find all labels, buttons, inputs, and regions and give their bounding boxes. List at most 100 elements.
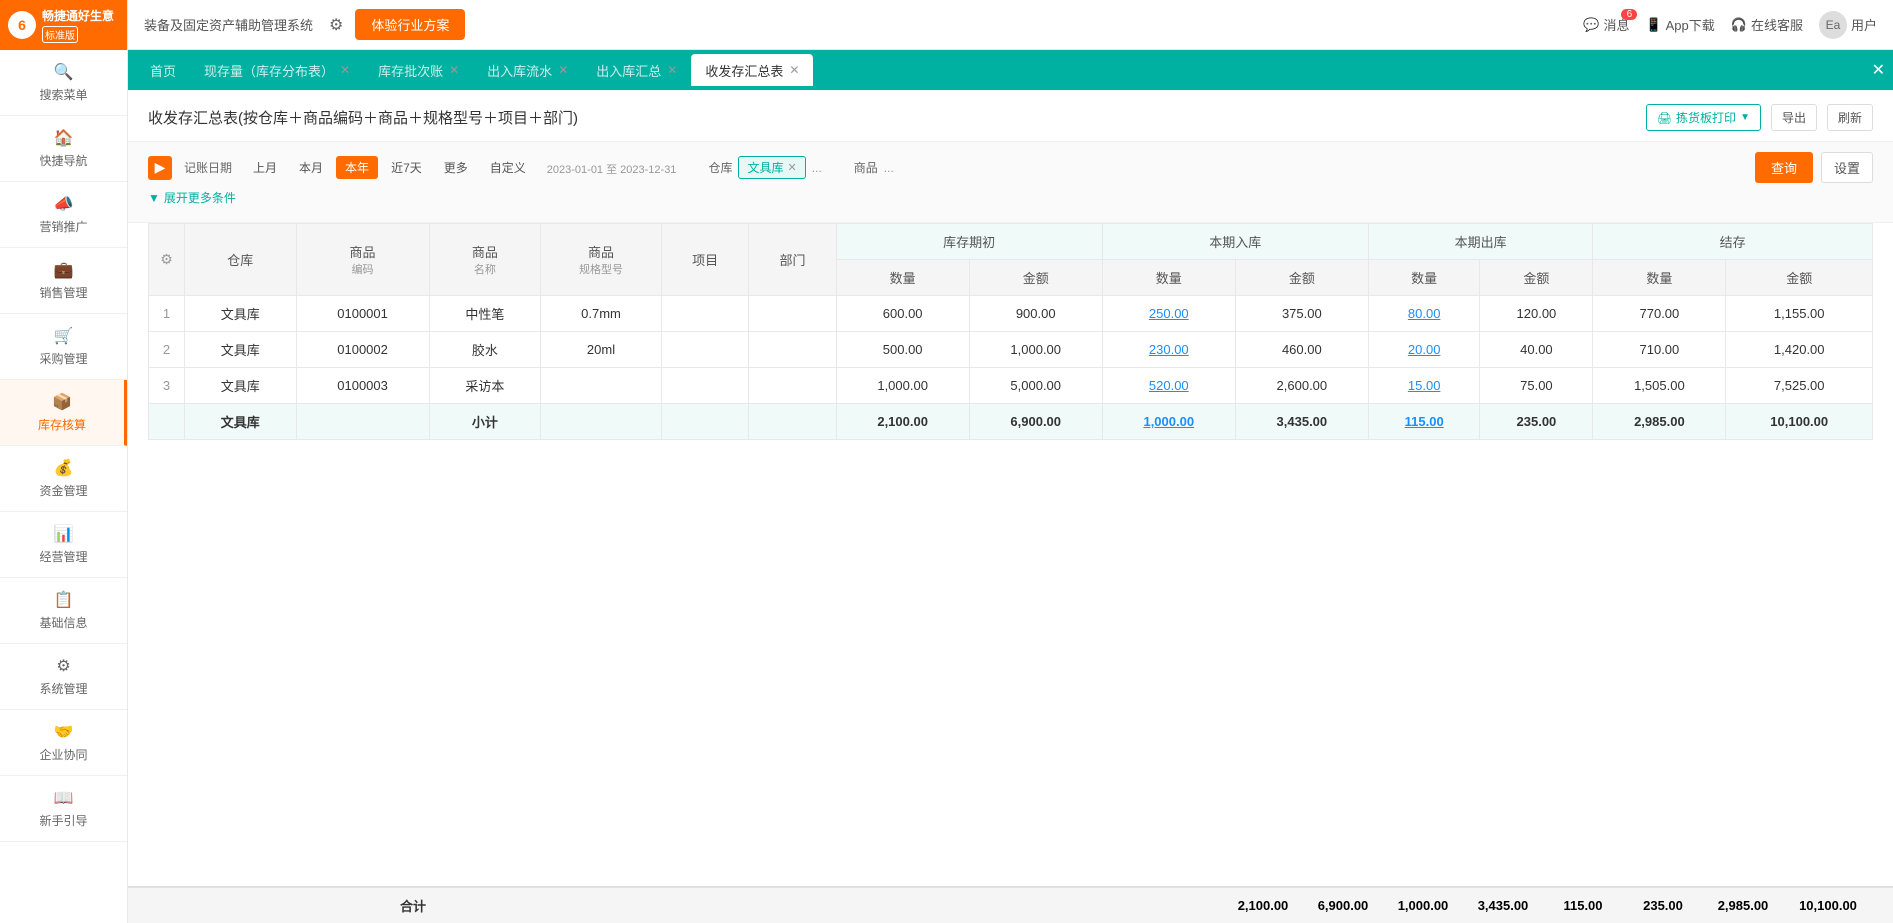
message-button[interactable]: 💬 消息 6 — [1583, 15, 1629, 34]
code-col-header: 商品编码 — [296, 224, 429, 296]
table-row: 3 文具库 0100003 采访本 1,000.00 5,000.00 520.… — [149, 368, 1873, 404]
row-in-qty[interactable]: 520.00 — [1102, 368, 1235, 404]
tab-batch[interactable]: 库存批次账✕ — [364, 54, 473, 86]
row-project — [661, 368, 748, 404]
date-option-近7天[interactable]: 近7天 — [382, 156, 431, 179]
expand-more-button[interactable]: ▼ 展开更多条件 — [148, 183, 1873, 212]
query-button[interactable]: 查询 — [1755, 152, 1813, 183]
sidebar-item-label: 快捷导航 — [39, 152, 87, 169]
row-out-qty[interactable]: 115.00 — [1368, 404, 1480, 440]
warehouse-tag-close[interactable]: ✕ — [787, 161, 796, 174]
tab-recv-send-sum[interactable]: 收发存汇总表✕ — [691, 54, 813, 86]
goods-more-button[interactable]: ... — [884, 161, 894, 175]
sidebar-item-label: 销售管理 — [39, 284, 87, 301]
date-option-自定义[interactable]: 自定义 — [481, 156, 535, 179]
online-support-button[interactable]: 🎧 在线客服 — [1731, 15, 1803, 34]
balance-qty-header: 数量 — [1593, 260, 1726, 296]
tab-stock-dist[interactable]: 现存量（库存分布表）✕ — [190, 54, 364, 86]
balance-amt-header: 金额 — [1726, 260, 1873, 296]
sidebar-item-sales[interactable]: 💼 销售管理 — [0, 248, 127, 314]
message-icon: 💬 — [1583, 17, 1599, 33]
setting-button[interactable]: 设置 — [1821, 152, 1873, 183]
page-actions: 🖨 拣货板打印 ▼ 导出 刷新 — [1646, 104, 1873, 131]
footer-in-qty: 1,000.00 — [1383, 898, 1463, 913]
row-out-qty[interactable]: 15.00 — [1368, 368, 1480, 404]
refresh-button[interactable]: 刷新 — [1827, 104, 1873, 131]
filter-toggle-button[interactable]: ▶ — [148, 156, 172, 180]
sidebar-item-operations[interactable]: 📊 经营管理 — [0, 512, 127, 578]
settings-icon[interactable]: ⚙ — [329, 15, 343, 35]
trial-button[interactable]: 体验行业方案 — [355, 9, 465, 40]
main-area: 装备及固定资产辅助管理系统 ⚙ 体验行业方案 💬 消息 6 📱 App下载 🎧 … — [128, 0, 1893, 923]
sidebar-item-label: 新手引导 — [39, 812, 87, 829]
print-button[interactable]: 🖨 拣货板打印 ▼ — [1646, 104, 1761, 131]
table-gear-icon[interactable]: ⚙ — [160, 251, 173, 267]
app-download-button[interactable]: 📱 App下载 — [1645, 15, 1714, 34]
tabbar: 首页现存量（库存分布表）✕库存批次账✕出入库流水✕出入库汇总✕收发存汇总表✕✕ — [128, 50, 1893, 90]
sidebar-item-guide[interactable]: 📖 新手引导 — [0, 776, 127, 842]
date-option-本年[interactable]: 本年 — [336, 156, 378, 179]
sidebar-item-label: 营销推广 — [39, 218, 87, 235]
tab-inout-sum[interactable]: 出入库汇总✕ — [582, 54, 691, 86]
finance-icon: 💰 — [54, 458, 74, 478]
sidebar-item-inventory[interactable]: 📦 库存核算 — [0, 380, 127, 446]
opening-group-header: 库存期初 — [836, 224, 1102, 260]
tab-close-batch[interactable]: ✕ — [449, 64, 459, 76]
sidebar-item-quick-nav[interactable]: 🏠 快捷导航 — [0, 116, 127, 182]
date-option-本月[interactable]: 本月 — [290, 156, 332, 179]
sidebar-item-marketing[interactable]: 📣 营销推广 — [0, 182, 127, 248]
warehouse-more-button[interactable]: ... — [812, 161, 822, 175]
row-spec: 0.7mm — [541, 296, 662, 332]
row-out-amt: 235.00 — [1480, 404, 1593, 440]
out-amt-header: 金额 — [1480, 260, 1593, 296]
row-in-qty[interactable]: 250.00 — [1102, 296, 1235, 332]
row-out-amt: 120.00 — [1480, 296, 1593, 332]
warehouse-tag[interactable]: 文具库 ✕ — [738, 156, 805, 179]
sidebar-item-label: 搜索菜单 — [39, 86, 87, 103]
row-project — [661, 296, 748, 332]
row-in-qty[interactable]: 230.00 — [1102, 332, 1235, 368]
base-info-icon: 📋 — [54, 590, 74, 610]
row-opening-amt: 6,900.00 — [969, 404, 1102, 440]
row-balance-qty: 710.00 — [1593, 332, 1726, 368]
user-button[interactable]: Ea 用户 — [1819, 11, 1877, 39]
tab-close-stock-dist[interactable]: ✕ — [340, 64, 350, 76]
tab-close-recv-send-sum[interactable]: ✕ — [789, 64, 799, 76]
tab-inout-flow[interactable]: 出入库流水 ✕ — [473, 54, 582, 86]
table-row: 1 文具库 0100001 中性笔 0.7mm 600.00 900.00 25… — [149, 296, 1873, 332]
tabbar-close-button[interactable]: ✕ — [1872, 60, 1885, 80]
sidebar-item-system[interactable]: ⚙ 系统管理 — [0, 644, 127, 710]
logo-text: 畅捷通好生意 标准版 — [42, 7, 114, 43]
table-footer: 合计 2,100.00 6,900.00 1,000.00 3,435.00 1… — [128, 886, 1893, 923]
sidebar-item-label: 经营管理 — [39, 548, 87, 565]
search-icon: 🔍 — [54, 62, 74, 82]
sidebar-item-search[interactable]: 🔍 搜索菜单 — [0, 50, 127, 116]
row-in-amt: 375.00 — [1235, 296, 1368, 332]
row-spec — [541, 368, 662, 404]
tab-close-inout-flow[interactable]: ✕ — [558, 64, 568, 76]
date-label: 记账日期 — [184, 159, 232, 176]
date-option-上月[interactable]: 上月 — [244, 156, 286, 179]
row-code: 0100001 — [296, 296, 429, 332]
row-in-qty[interactable]: 1,000.00 — [1102, 404, 1235, 440]
sidebar-item-label: 库存核算 — [38, 416, 86, 433]
sidebar-item-label: 基础信息 — [39, 614, 87, 631]
row-balance-amt: 1,420.00 — [1726, 332, 1873, 368]
tab-close-inout-sum[interactable]: ✕ — [667, 64, 677, 76]
row-balance-qty: 2,985.00 — [1593, 404, 1726, 440]
row-dept — [749, 296, 836, 332]
export-button[interactable]: 导出 — [1771, 104, 1817, 131]
warehouse-label: 仓库 — [708, 159, 732, 176]
row-in-amt: 2,600.00 — [1235, 368, 1368, 404]
row-out-qty[interactable]: 20.00 — [1368, 332, 1480, 368]
date-option-更多[interactable]: 更多 — [435, 156, 477, 179]
tab-label: 出入库流水 — [487, 61, 552, 80]
sidebar-item-purchase[interactable]: 🛒 采购管理 — [0, 314, 127, 380]
tab-home[interactable]: 首页 — [136, 54, 190, 86]
sidebar-item-enterprise[interactable]: 🤝 企业协同 — [0, 710, 127, 776]
content-area: 收发存汇总表(按仓库＋商品编码＋商品＋规格型号＋项目＋部门) 🖨 拣货板打印 ▼… — [128, 90, 1893, 923]
in-group-header: 本期入库 — [1102, 224, 1368, 260]
sidebar-item-finance[interactable]: 💰 资金管理 — [0, 446, 127, 512]
sidebar-item-base-info[interactable]: 📋 基础信息 — [0, 578, 127, 644]
row-out-qty[interactable]: 80.00 — [1368, 296, 1480, 332]
